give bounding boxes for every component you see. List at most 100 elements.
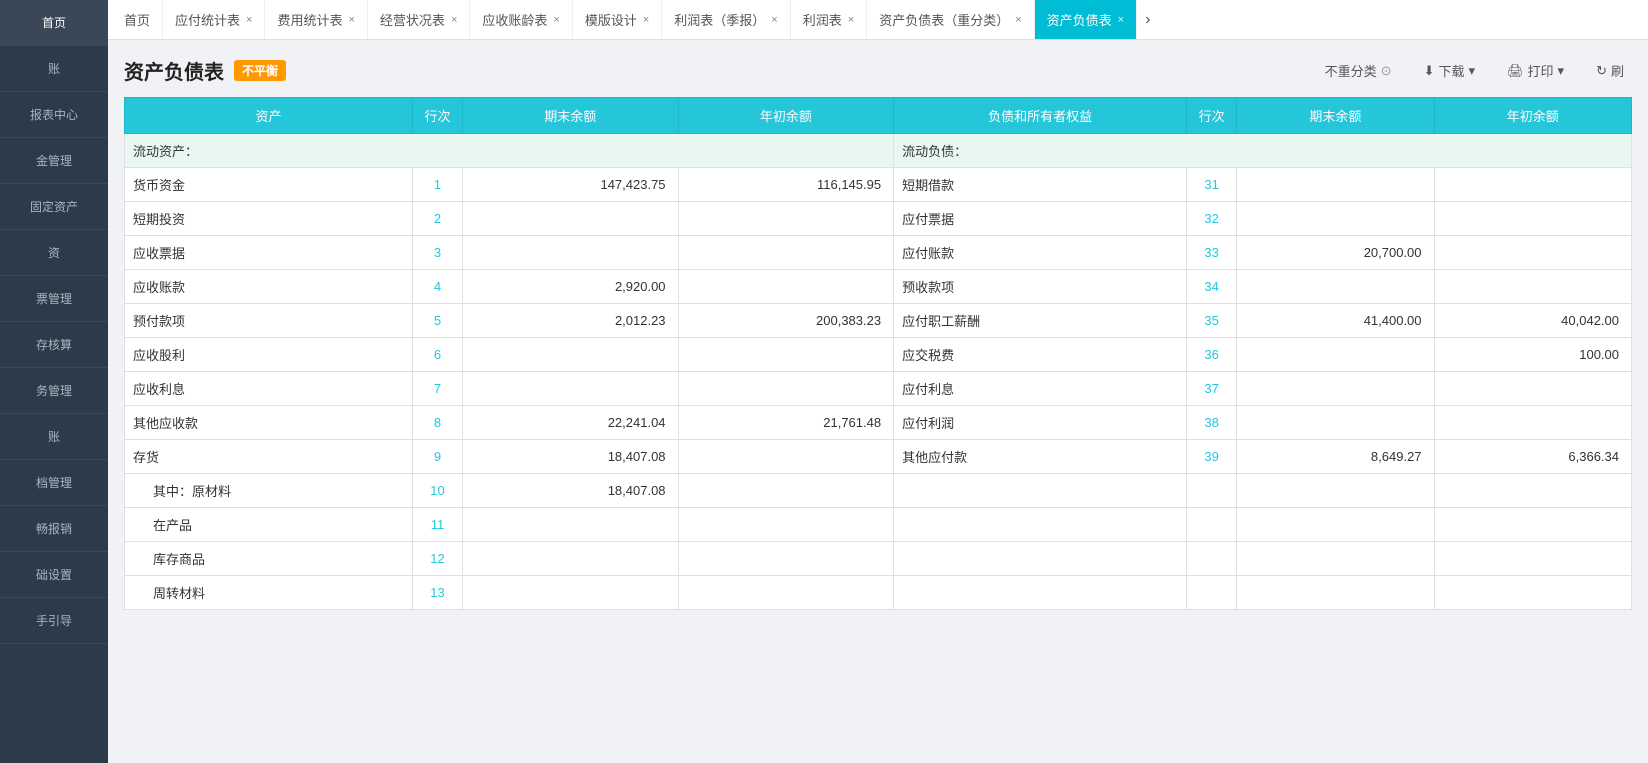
tab-profit[interactable]: 利润表 × (791, 0, 867, 40)
period-end2-value[interactable]: 20,700.00 (1237, 236, 1434, 270)
close-icon[interactable]: × (553, 14, 559, 26)
year-start2-value[interactable] (1434, 270, 1631, 304)
sidebar-item-ticket-management[interactable]: 票管理 (0, 276, 108, 322)
period-end2-value[interactable]: 41,400.00 (1237, 304, 1434, 338)
year-start2-value[interactable] (1434, 474, 1631, 508)
sidebar-item-archive[interactable]: 档管理 (0, 460, 108, 506)
year-start-value[interactable] (678, 474, 894, 508)
close-icon[interactable]: × (246, 14, 252, 26)
asset-name[interactable]: 应收利息 (125, 372, 413, 406)
sidebar-item-inventory[interactable]: 存核算 (0, 322, 108, 368)
year-start-value[interactable] (678, 542, 894, 576)
year-start-value[interactable] (678, 508, 894, 542)
period-end2-value[interactable] (1237, 338, 1434, 372)
period-end-value[interactable] (463, 202, 679, 236)
close-icon[interactable]: × (643, 14, 649, 26)
asset-name[interactable]: 预付款项 (125, 304, 413, 338)
help-icon[interactable]: ⊙ (1381, 63, 1392, 79)
tab-balance-sheet[interactable]: 资产负债表 × (1035, 0, 1137, 40)
year-start-value[interactable] (678, 372, 894, 406)
asset-name[interactable]: 短期投资 (125, 202, 413, 236)
year-start-value[interactable] (678, 576, 894, 610)
tab-receivable-aging[interactable]: 应收账龄表 × (470, 0, 572, 40)
asset-name[interactable]: 应收股利 (125, 338, 413, 372)
liability-name[interactable]: 其他应付款 (894, 440, 1187, 474)
sidebar-item-expense[interactable]: 畅报销 (0, 506, 108, 552)
sidebar-item-fixed-assets[interactable]: 固定资产 (0, 184, 108, 230)
tab-template-design[interactable]: 模版设计 × (573, 0, 662, 40)
period-end2-value[interactable] (1237, 542, 1434, 576)
sidebar-item-affairs[interactable]: 务管理 (0, 368, 108, 414)
period-end-value[interactable]: 2,920.00 (463, 270, 679, 304)
year-start2-value[interactable]: 6,366.34 (1434, 440, 1631, 474)
sidebar-item-ledger[interactable]: 账 (0, 414, 108, 460)
close-icon[interactable]: × (1118, 14, 1124, 26)
liability-name[interactable] (894, 508, 1187, 542)
year-start2-value[interactable] (1434, 406, 1631, 440)
close-icon[interactable]: × (348, 14, 354, 26)
liability-name[interactable]: 应付利润 (894, 406, 1187, 440)
tab-balance-reclassified[interactable]: 资产负债表（重分类） × (867, 0, 1034, 40)
liability-name[interactable]: 应付账款 (894, 236, 1187, 270)
asset-name[interactable]: 其中：原材料 (125, 474, 413, 508)
period-end2-value[interactable] (1237, 508, 1434, 542)
year-start2-value[interactable]: 40,042.00 (1434, 304, 1631, 338)
period-end2-value[interactable] (1237, 406, 1434, 440)
close-icon[interactable]: × (451, 14, 457, 26)
liability-name[interactable]: 应交税费 (894, 338, 1187, 372)
asset-name[interactable]: 存货 (125, 440, 413, 474)
period-end2-value[interactable] (1237, 202, 1434, 236)
tab-operating-status[interactable]: 经营状况表 × (368, 0, 470, 40)
year-start2-value[interactable] (1434, 542, 1631, 576)
liability-name[interactable] (894, 542, 1187, 576)
asset-name[interactable]: 其他应收款 (125, 406, 413, 440)
sidebar-item-account[interactable]: 账 (0, 46, 108, 92)
year-start-value[interactable]: 200,383.23 (678, 304, 894, 338)
period-end-value[interactable] (463, 576, 679, 610)
period-end2-value[interactable] (1237, 576, 1434, 610)
tab-profit-quarterly[interactable]: 利润表（季报） × (662, 0, 790, 40)
refresh-button[interactable]: ↻ 刷 (1588, 57, 1632, 84)
sidebar-item-fund-management[interactable]: 金管理 (0, 138, 108, 184)
asset-name[interactable]: 货币资金 (125, 168, 413, 202)
sidebar-item-guide[interactable]: 手引导 (0, 598, 108, 644)
period-end-value[interactable] (463, 508, 679, 542)
tab-more-button[interactable]: › (1137, 11, 1158, 29)
liability-name[interactable]: 预收款项 (894, 270, 1187, 304)
period-end-value[interactable]: 18,407.08 (463, 474, 679, 508)
close-icon[interactable]: × (771, 14, 777, 26)
liability-name[interactable]: 应付职工薪酬 (894, 304, 1187, 338)
year-start-value[interactable] (678, 270, 894, 304)
year-start2-value[interactable] (1434, 372, 1631, 406)
period-end-value[interactable] (463, 372, 679, 406)
print-button[interactable]: 🖨 打印 ▾ (1499, 57, 1572, 84)
period-end-value[interactable] (463, 236, 679, 270)
year-start2-value[interactable]: 100.00 (1434, 338, 1631, 372)
liability-name[interactable]: 应付利息 (894, 372, 1187, 406)
period-end-value[interactable]: 2,012.23 (463, 304, 679, 338)
year-start2-value[interactable] (1434, 508, 1631, 542)
sidebar-item-home[interactable]: 首页 (0, 0, 108, 46)
year-start2-value[interactable] (1434, 202, 1631, 236)
period-end2-value[interactable] (1237, 474, 1434, 508)
period-end-value[interactable] (463, 542, 679, 576)
asset-name[interactable]: 应收票据 (125, 236, 413, 270)
unclassified-button[interactable]: 不重分类 ⊙ (1317, 57, 1400, 84)
year-start-value[interactable] (678, 440, 894, 474)
liability-name[interactable]: 短期借款 (894, 168, 1187, 202)
period-end-value[interactable]: 18,407.08 (463, 440, 679, 474)
period-end-value[interactable]: 22,241.04 (463, 406, 679, 440)
year-start-value[interactable]: 116,145.95 (678, 168, 894, 202)
year-start2-value[interactable] (1434, 168, 1631, 202)
close-icon[interactable]: × (848, 14, 854, 26)
asset-name[interactable]: 库存商品 (125, 542, 413, 576)
asset-name[interactable]: 应收账款 (125, 270, 413, 304)
close-icon[interactable]: × (1015, 14, 1021, 26)
period-end2-value[interactable]: 8,649.27 (1237, 440, 1434, 474)
sidebar-item-basic-settings[interactable]: 础设置 (0, 552, 108, 598)
liability-name[interactable]: 应付票据 (894, 202, 1187, 236)
period-end2-value[interactable] (1237, 270, 1434, 304)
tab-home[interactable]: 首页 (112, 0, 163, 40)
tab-payable-stats[interactable]: 应付统计表 × (163, 0, 265, 40)
liability-name[interactable] (894, 474, 1187, 508)
